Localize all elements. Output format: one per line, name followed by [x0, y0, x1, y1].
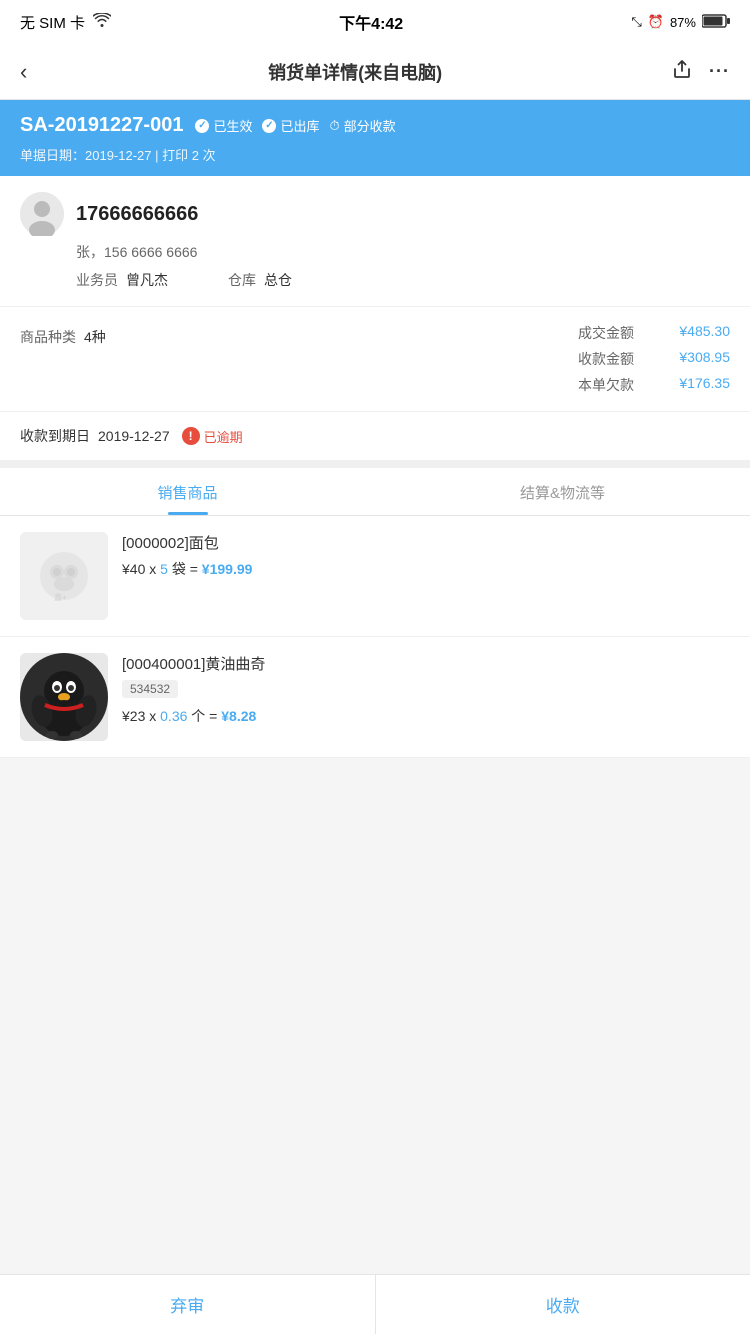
product-price-2: ¥23 x 0.36 个 = ¥8.28 [122, 706, 730, 726]
products-section: 鑫+ [0000002]面包 ¥40 x 5 袋 = ¥199.99 [0, 516, 750, 758]
customer-staff: 业务员 曾凡杰 仓库 总仓 [20, 270, 730, 290]
amount-row-owed: 本单欠款 ¥176.35 [578, 375, 730, 395]
warehouse-name: 总仓 [264, 270, 292, 290]
tabs-bar: 销售商品 结算&物流等 [0, 468, 750, 516]
sim-status: 无 SIM 卡 [20, 12, 85, 33]
goods-type-label: 商品种类 [20, 327, 76, 347]
staff-item: 业务员 曾凡杰 [76, 270, 168, 290]
check-icon-activated: ✓ [195, 119, 209, 133]
product-thumbnail-1: 鑫+ [20, 532, 108, 620]
reject-button[interactable]: 弃审 [0, 1275, 376, 1334]
battery-level: 87% [670, 15, 696, 30]
tab-products[interactable]: 销售商品 [0, 468, 375, 515]
status-shipped-label: 已出库 [280, 116, 319, 135]
product-price-1: ¥40 x 5 袋 = ¥199.99 [122, 559, 730, 579]
amount-row-received: 收款金额 ¥308.95 [578, 349, 730, 369]
wifi-icon [93, 13, 111, 31]
bottom-spacer [0, 758, 750, 838]
amounts-section: 商品种类 4种 成交金额 ¥485.30 收款金额 ¥308.95 本单欠款 ¥… [0, 307, 750, 412]
status-left: 无 SIM 卡 [20, 12, 111, 33]
page-title: 销货单详情(来自电脑) [39, 59, 671, 85]
order-meta: 单据日期：2019-12-27 | 打印 2 次 [20, 145, 730, 164]
order-id: SA-20191227-001 [20, 114, 183, 137]
owed-value: ¥176.35 [650, 375, 730, 395]
deal-label: 成交金额 [578, 323, 634, 343]
warehouse-label: 仓库 [228, 270, 256, 290]
goods-count: 4种 [84, 327, 106, 347]
status-bar: 无 SIM 卡 下午4:42 ⤡ ⏰ 87% [0, 0, 750, 44]
due-label: 收款到期日 [20, 426, 90, 446]
amounts-right: 成交金额 ¥485.30 收款金额 ¥308.95 本单欠款 ¥176.35 [578, 323, 730, 395]
meta-print-label: 打印 [162, 148, 192, 163]
battery-icon [702, 14, 730, 31]
product-thumbnail-2 [20, 653, 108, 741]
customer-phone: 17666666666 [76, 203, 198, 226]
status-activated-label: 已生效 [213, 116, 252, 135]
amount-row-deal: 成交金额 ¥485.30 [578, 323, 730, 343]
owed-label: 本单欠款 [578, 375, 634, 395]
status-right: ⤡ ⏰ 87% [631, 14, 730, 31]
overdue-text: 已逾期 [204, 427, 243, 446]
status-tags: ✓ 已生效 ✓ 已出库 ⏱ 部分收款 [195, 116, 395, 135]
customer-section: 17666666666 张，156 6666 6666 业务员 曾凡杰 仓库 总… [0, 176, 750, 307]
quantity-1: 5 [160, 561, 168, 577]
status-activated: ✓ 已生效 [195, 116, 252, 135]
alarm-icon: ⏰ [648, 14, 664, 30]
product-name-1: [0000002]面包 [122, 532, 730, 553]
unit-1: 袋 [172, 561, 186, 577]
meta-separator: | [152, 148, 163, 163]
avatar [20, 192, 64, 236]
product-info-1: [0000002]面包 ¥40 x 5 袋 = ¥199.99 [122, 532, 730, 579]
status-time: 下午4:42 [339, 10, 403, 34]
goods-type: 商品种类 4种 [20, 323, 106, 347]
more-icon[interactable]: ··· [709, 61, 730, 82]
due-date: 2019-12-27 [98, 428, 170, 444]
svg-text:鑫+: 鑫+ [54, 592, 67, 602]
received-label: 收款金额 [578, 349, 634, 369]
price-unit-2: ¥23 [122, 708, 145, 724]
quantity-2: 0.36 [160, 708, 187, 724]
product-name-2: [000400001]黄油曲奇 [122, 653, 730, 674]
product-item-2: [000400001]黄油曲奇 534532 ¥23 x 0.36 个 = ¥8… [0, 637, 750, 758]
total-1: ¥199.99 [202, 561, 253, 577]
collect-button[interactable]: 收款 [376, 1275, 750, 1334]
price-unit-1: ¥40 [122, 561, 145, 577]
status-partial: ⏱ 部分收款 [330, 116, 396, 135]
overdue-badge: ! 已逾期 [182, 427, 243, 446]
share-icon[interactable] [671, 58, 693, 86]
received-value: ¥308.95 [650, 349, 730, 369]
order-header: SA-20191227-001 ✓ 已生效 ✓ 已出库 ⏱ 部分收款 单据日期：… [0, 100, 750, 176]
check-icon-shipped: ✓ [262, 119, 276, 133]
tab-settlement[interactable]: 结算&物流等 [375, 468, 750, 515]
meta-date-value: 2019-12-27 [85, 148, 152, 163]
overdue-dot: ! [182, 427, 200, 445]
product-info-2: [000400001]黄油曲奇 534532 ¥23 x 0.36 个 = ¥8… [122, 653, 730, 726]
back-button[interactable]: ‹ [20, 51, 39, 93]
product-sku-2: 534532 [122, 680, 178, 698]
nav-bar: ‹ 销货单详情(来自电脑) ··· [0, 44, 750, 100]
nav-actions: ··· [671, 58, 730, 86]
clock-icon: ⏱ [330, 118, 340, 134]
status-partial-label: 部分收款 [344, 116, 396, 135]
meta-date-label: 单据日期： [20, 148, 85, 163]
bottom-bar: 弃审 收款 [0, 1274, 750, 1334]
warehouse-item: 仓库 总仓 [228, 270, 292, 290]
unit-2: 个 [191, 708, 205, 724]
staff-name: 曾凡杰 [126, 270, 168, 290]
customer-info: 张，156 6666 6666 [20, 242, 730, 262]
location-icon: ⤡ [631, 14, 641, 30]
meta-print-unit: 次 [199, 148, 216, 163]
product-item: 鑫+ [0000002]面包 ¥40 x 5 袋 = ¥199.99 [0, 516, 750, 637]
staff-label: 业务员 [76, 270, 118, 290]
due-section: 收款到期日 2019-12-27 ! 已逾期 [0, 412, 750, 468]
total-2: ¥8.28 [221, 708, 256, 724]
status-shipped: ✓ 已出库 [262, 116, 319, 135]
meta-print-count: 2 [192, 148, 199, 163]
deal-value: ¥485.30 [650, 323, 730, 343]
